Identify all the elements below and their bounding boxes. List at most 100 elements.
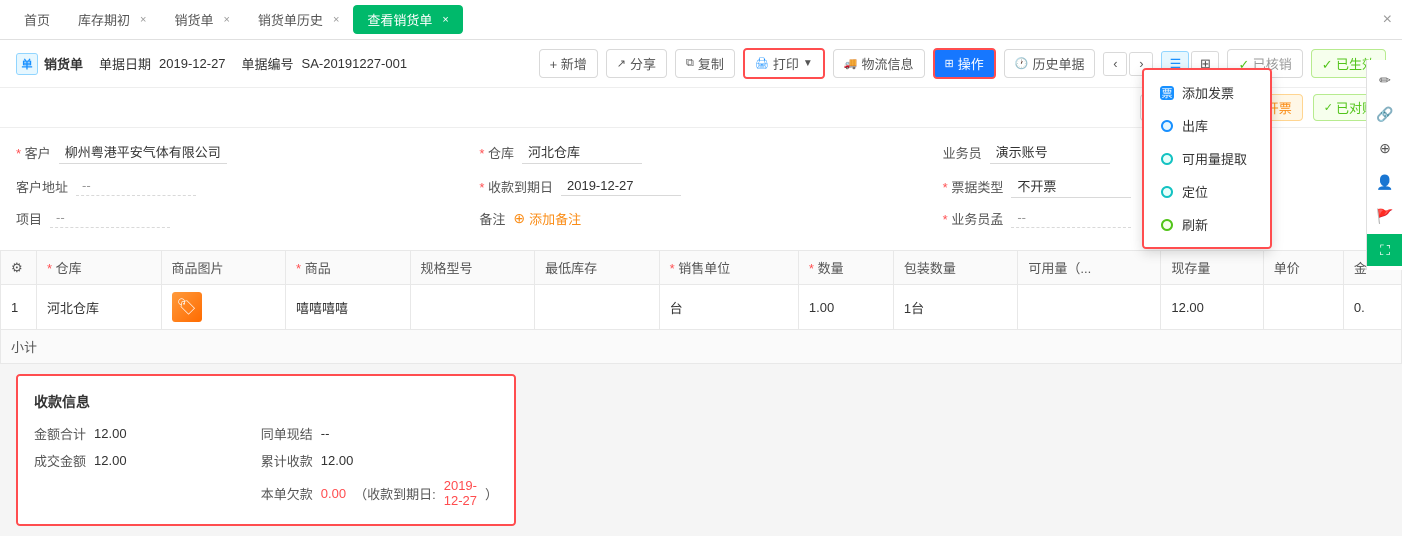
side-edit-icon[interactable]: ✏ — [1367, 64, 1402, 96]
row-quantity: 1.00 — [798, 285, 893, 330]
cumulative-label: 累计收款 — [261, 451, 313, 470]
dropdown-add-invoice[interactable]: 票 添加发票 — [1144, 76, 1270, 109]
table-row: 1 河北仓库 🏷 嘻嘻嘻嘻 台 1.00 1台 12.00 0. — [1, 285, 1402, 330]
tab-close-history[interactable]: × — [333, 14, 339, 26]
tab-inventory-init[interactable]: 库存期初 × — [64, 2, 160, 37]
payment-date-label: * 收款到期日 — [479, 177, 553, 196]
subtotal-label: 小计 — [1, 330, 1402, 364]
col-model: 规格型号 — [410, 251, 535, 285]
staff-label: 业务员 — [943, 143, 982, 162]
outstanding-row: 本单欠款 0.00 （收款到期日: 2019-12-27 ） — [261, 478, 498, 508]
prev-button[interactable]: ‹ — [1103, 52, 1127, 76]
close-window-button[interactable]: × — [1383, 11, 1392, 29]
row-product-img: 🏷 — [161, 285, 286, 330]
transaction-value: 12.00 — [94, 453, 127, 468]
table-scroll: ⚙ * 仓库 商品图片 * 商品 规格型号 最低库存 * 销售单位 * 数量 包… — [0, 250, 1402, 364]
data-table: ⚙ * 仓库 商品图片 * 商品 规格型号 最低库存 * 销售单位 * 数量 包… — [0, 250, 1402, 364]
staff-value: 演示账号 — [990, 140, 1110, 164]
row-min-stock — [535, 285, 660, 330]
new-button[interactable]: + 新增 — [539, 49, 598, 78]
refresh-label: 刷新 — [1182, 215, 1208, 234]
doc-type-title: 单 销货单 — [16, 53, 83, 75]
dropdown-refresh[interactable]: 刷新 — [1144, 208, 1270, 241]
tab-bar: 首页 库存期初 × 销货单 × 销货单历史 × 查看销货单 × × — [0, 0, 1402, 40]
payment-grid: 金额合计 12.00 同单现结 -- 成交金额 12.00 累计收款 12.00… — [34, 424, 498, 508]
table-header-row: ⚙ * 仓库 商品图片 * 商品 规格型号 最低库存 * 销售单位 * 数量 包… — [1, 251, 1402, 285]
payment-date-field: * 收款到期日 2019-12-27 — [479, 176, 922, 196]
col-product: * 商品 — [286, 251, 411, 285]
note-label: 备注 — [479, 209, 505, 228]
share-button[interactable]: ↗ 分享 — [606, 49, 667, 78]
operations-button[interactable]: ⊞ 操作 — [933, 48, 996, 79]
tab-home[interactable]: 首页 — [10, 2, 64, 37]
customer-addr-field: 客户地址 -- — [16, 176, 459, 196]
copy-button[interactable]: ⧉ 复制 — [675, 49, 735, 78]
col-settings[interactable]: ⚙ — [1, 251, 37, 285]
payment-date-value: 2019-12-27 — [561, 176, 681, 196]
tab-close-view[interactable]: × — [442, 14, 448, 26]
tab-sales-history[interactable]: 销货单历史 × — [244, 2, 353, 37]
customer-label: * 客户 — [16, 143, 51, 162]
same-order-row: 同单现结 -- — [261, 424, 498, 443]
side-mail-icon[interactable]: ⊕ — [1367, 132, 1402, 164]
project-value: -- — [50, 208, 170, 228]
row-stock: 12.00 — [1161, 285, 1263, 330]
payment-title: 收款信息 — [34, 392, 498, 412]
dropdown-locate[interactable]: 定位 — [1144, 175, 1270, 208]
row-amount: 0. — [1343, 285, 1401, 330]
cumulative-value: 12.00 — [321, 453, 354, 468]
row-unit-price — [1263, 285, 1343, 330]
row-sales-unit: 台 — [659, 285, 798, 330]
available-pick-label: 可用量提取 — [1182, 149, 1247, 168]
cumulative-row: 累计收款 12.00 — [261, 451, 498, 470]
add-note-button[interactable]: ⊕ 添加备注 — [513, 209, 581, 228]
doc-type-icon: 单 — [16, 53, 38, 75]
project-label: 项目 — [16, 209, 42, 228]
row-pack-qty: 1台 — [893, 285, 1018, 330]
payment-section: 收款信息 金额合计 12.00 同单现结 -- 成交金额 12.00 累计收款 … — [16, 374, 516, 526]
side-user-icon[interactable]: 👤 — [1367, 166, 1402, 198]
history-button[interactable]: 🕐 历史单据 — [1004, 49, 1096, 78]
ticket-type-value: 不开票 — [1011, 174, 1131, 198]
tab-sales-order[interactable]: 销货单 × — [160, 2, 243, 37]
total-row: 金额合计 12.00 — [34, 424, 241, 443]
print-button[interactable]: 🖨 打印 ▼ — [743, 48, 825, 79]
warehouse-field: * 仓库 河北仓库 — [479, 140, 922, 164]
col-quantity: * 数量 — [798, 251, 893, 285]
side-flag-icon[interactable]: 🚩 — [1367, 200, 1402, 232]
warehouse-label: * 仓库 — [479, 143, 514, 162]
col-unit-price: 单价 — [1263, 251, 1343, 285]
add-invoice-label: 添加发票 — [1182, 83, 1234, 102]
customer-addr-label: 客户地址 — [16, 177, 68, 196]
outstanding-value: 0.00 — [321, 486, 346, 501]
transaction-label: 成交金额 — [34, 451, 86, 470]
row-no: 1 — [1, 285, 37, 330]
side-expand-icon[interactable]: ⛶ — [1367, 234, 1402, 266]
col-stock: 现存量 — [1161, 251, 1263, 285]
col-available: 可用量（... — [1018, 251, 1161, 285]
customer-field: * 客户 柳州粤港平安气体有限公司 — [16, 140, 459, 164]
operations-dropdown: 票 添加发票 出库 可用量提取 定位 刷新 — [1142, 68, 1272, 249]
outstanding-close: ） — [485, 484, 498, 503]
same-order-value: -- — [321, 426, 330, 441]
dropdown-ship-out[interactable]: 出库 — [1144, 109, 1270, 142]
tab-close-sales[interactable]: × — [223, 14, 229, 26]
doc-no-meta: 单据编号 SA-20191227-001 — [242, 54, 408, 73]
tab-close-inventory[interactable]: × — [140, 14, 146, 26]
logistics-button[interactable]: 🚚 物流信息 — [833, 49, 925, 78]
refresh-icon — [1160, 218, 1174, 232]
customer-value: 柳州粤港平安气体有限公司 — [59, 140, 227, 164]
side-link-icon[interactable]: 🔗 — [1367, 98, 1402, 130]
outstanding-note: （收款到期日: — [354, 484, 436, 503]
ticket-type-label: * 票据类型 — [943, 177, 1004, 196]
row-model — [410, 285, 535, 330]
project-field: 项目 -- — [16, 208, 459, 228]
locate-label: 定位 — [1182, 182, 1208, 201]
tab-view-sales[interactable]: 查看销货单 × — [353, 5, 462, 34]
invoice-icon: 票 — [1160, 86, 1174, 100]
salesperson-value: -- — [1011, 208, 1131, 228]
transaction-row: 成交金额 12.00 — [34, 451, 241, 470]
salesperson-label: * 业务员孟 — [943, 209, 1004, 228]
row-warehouse: 河北仓库 — [37, 285, 162, 330]
dropdown-available-pick[interactable]: 可用量提取 — [1144, 142, 1270, 175]
